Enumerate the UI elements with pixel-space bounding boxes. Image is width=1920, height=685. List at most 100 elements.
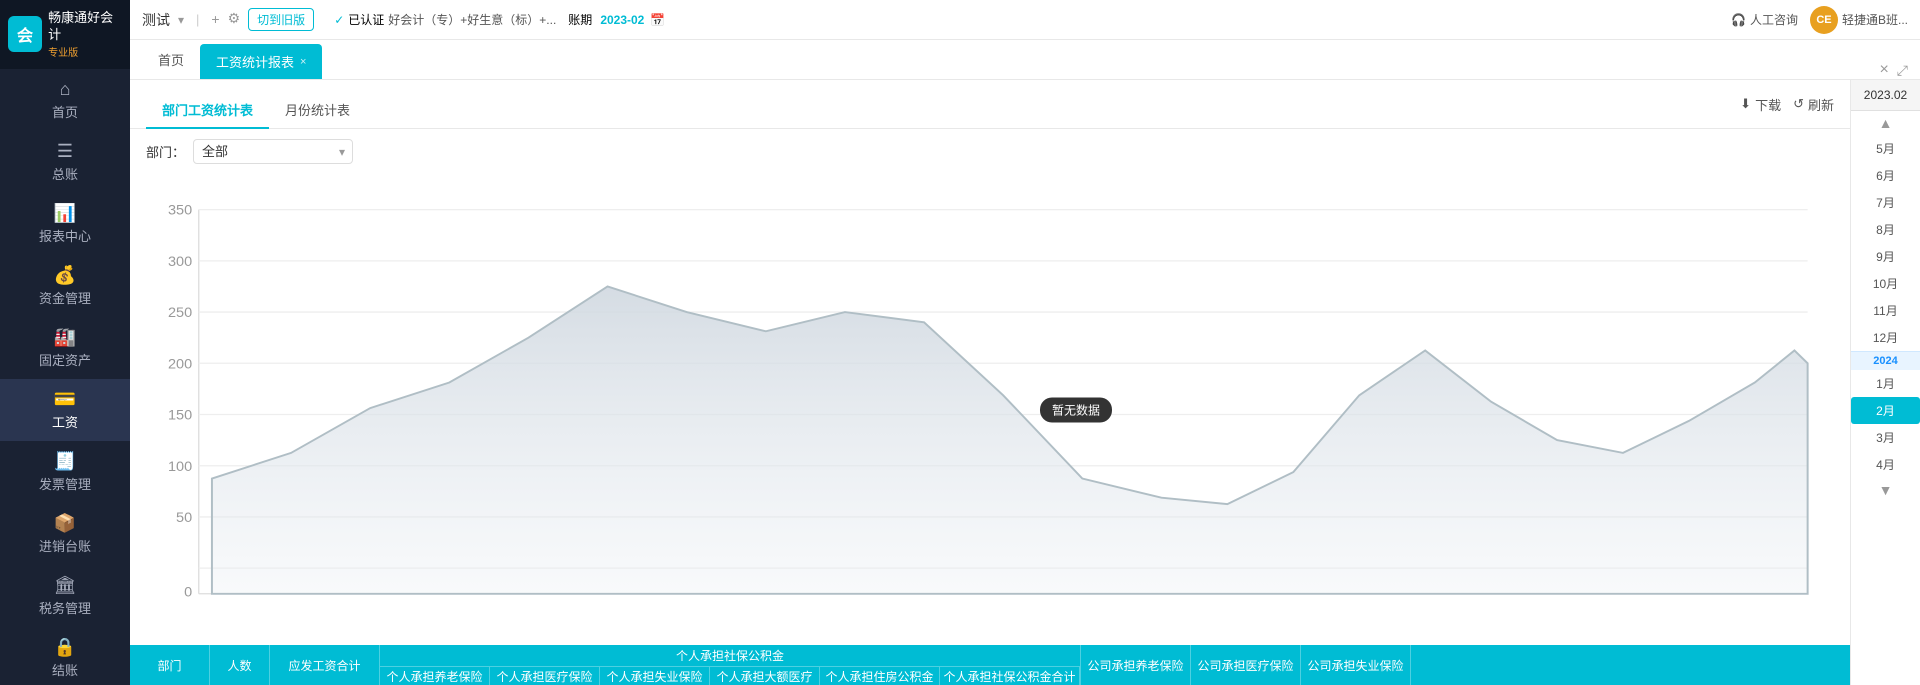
sidebar-nav: ⌂ 首页 ☰ 总账 📊 报表中心 💰 资金管理 🏭 固定资产 💳 工资 🧾 发票… [0, 69, 130, 685]
year-up-btn[interactable]: ▲ [1851, 111, 1920, 135]
group-personal-social: 个人承担社保公积金 个人承担养老保险 个人承担医疗保险 个人承担失业保险 [380, 645, 1081, 685]
sidebar-label-home: 首页 [52, 102, 78, 121]
tab-active-label: 工资统计报表 [216, 52, 294, 71]
switch-old-btn[interactable]: 切到旧版 [248, 8, 314, 31]
bottom-table-header: 部门 人数 应发工资合计 个人承担社保公积金 个人承担养老保险 [130, 645, 1850, 685]
group-children: 个人承担养老保险 个人承担医疗保险 个人承担失业保险 个人承担大额医疗 个人承担 [380, 667, 1080, 685]
month-12[interactable]: 12月 [1851, 324, 1920, 351]
dropdown-arrow-icon[interactable]: ▾ [178, 13, 184, 27]
gear-icon[interactable]: ⚙ [228, 10, 241, 27]
expand-button[interactable]: ⤢ [1897, 62, 1908, 79]
svg-text:150: 150 [168, 408, 192, 424]
month-6[interactable]: 6月 [1851, 162, 1920, 189]
assets-icon: 🏭 [54, 327, 76, 348]
month-2024-2[interactable]: 2月 [1851, 397, 1920, 424]
tab-home-label: 首页 [158, 53, 184, 68]
toolbar: 部门： 全部 ▾ [130, 129, 1850, 174]
sidebar-item-reports[interactable]: 📊 报表中心 [0, 193, 130, 255]
add-icon[interactable]: + [211, 11, 219, 27]
sub-tabs: 部门工资统计表 月份统计表 [130, 80, 1740, 128]
month-10[interactable]: 10月 [1851, 270, 1920, 297]
logo-title: 畅康通好会计 [48, 10, 122, 44]
month-7[interactable]: 7月 [1851, 189, 1920, 216]
tab-monthly-salary[interactable]: 月份统计表 [269, 92, 366, 129]
invoice-icon: 🧾 [54, 451, 76, 472]
sidebar-item-sales[interactable]: 📦 进销台账 [0, 503, 130, 565]
sidebar-item-invoice[interactable]: 🧾 发票管理 [0, 441, 130, 503]
sidebar-item-assets[interactable]: 🏭 固定资产 [0, 317, 130, 379]
year-nav: ▲ 5月 6月 7月 8月 9月 10月 [1851, 111, 1920, 502]
tab-bar: 首页 工资统计报表 × × ⤢ [130, 40, 1920, 80]
top-bar-right: 🎧 人工咨询 CE 轻捷通B班... [1731, 6, 1908, 34]
window-controls: × ⤢ [1871, 61, 1920, 79]
month-11[interactable]: 11月 [1851, 297, 1920, 324]
col-extra-medical: 个人承担大额医疗 [710, 667, 820, 685]
col-co-pension: 公司承担养老保险 [1081, 645, 1191, 685]
year-down-btn[interactable]: ▼ [1851, 478, 1920, 502]
svg-text:200: 200 [168, 357, 192, 373]
sidebar-item-ledger[interactable]: ☰ 总账 [0, 131, 130, 193]
user-name: 轻捷通B班... [1842, 11, 1908, 28]
sidebar-label-tax: 税务管理 [39, 598, 91, 617]
download-btn[interactable]: ⬇ 下载 [1740, 95, 1781, 114]
month-2024-4[interactable]: 4月 [1851, 451, 1920, 478]
dept-select[interactable]: 全部 [193, 139, 353, 164]
tab-home[interactable]: 首页 [142, 42, 200, 79]
service-btn[interactable]: 🎧 人工咨询 [1731, 11, 1798, 28]
top-bar: 测试 ▾ | + ⚙ 切到旧版 ✓ 已认证 好会计（专）+好生意（标）+... … [130, 0, 1920, 40]
tab-salary-report[interactable]: 工资统计报表 × [200, 44, 322, 79]
sidebar-item-salary[interactable]: 💳 工资 [0, 379, 130, 441]
col-count: 人数 [210, 645, 270, 685]
month-9[interactable]: 9月 [1851, 243, 1920, 270]
year-header: 2023.02 [1851, 80, 1920, 111]
sidebar-label-salary: 工资 [52, 412, 78, 431]
main-content: 测试 ▾ | + ⚙ 切到旧版 ✓ 已认证 好会计（专）+好生意（标）+... … [130, 0, 1920, 685]
month-8[interactable]: 8月 [1851, 216, 1920, 243]
tags-text: 好会计（专）+好生意（标）+... [388, 11, 556, 28]
status-text: 已认证 [348, 11, 384, 28]
tab-dept-salary[interactable]: 部门工资统计表 [146, 92, 269, 129]
col-dept: 部门 [130, 645, 210, 685]
sidebar-label-closing: 结账 [52, 660, 78, 679]
year-month-panel: 2023.02 ▲ 5月 6月 7月 8月 9月 1 [1850, 80, 1920, 685]
group-label: 个人承担社保公积金 [380, 645, 1080, 667]
sales-icon: 📦 [54, 513, 76, 534]
refresh-label: 刷新 [1808, 95, 1834, 114]
logo-subtitle: 专业版 [48, 44, 122, 59]
salary-icon: 💳 [54, 389, 76, 410]
period-value: 2023-02 [600, 13, 644, 27]
sidebar-item-closing[interactable]: 🔒 结账 [0, 627, 130, 685]
home-icon: ⌂ [60, 79, 71, 100]
tab-close-icon[interactable]: × [300, 56, 306, 68]
svg-text:250: 250 [168, 305, 192, 321]
col-housing: 个人承担住房公积金 [820, 667, 940, 685]
svg-text:50: 50 [176, 510, 192, 526]
sub-tab-bar: 部门工资统计表 月份统计表 ⬇ 下载 ↺ 刷新 [130, 80, 1850, 129]
svg-text:300: 300 [168, 254, 192, 270]
col-total-social: 个人承担社保公积金合计 [940, 667, 1080, 685]
close-button[interactable]: × [1879, 61, 1888, 79]
download-label: 下载 [1755, 95, 1781, 114]
ledger-icon: ☰ [57, 141, 73, 162]
sidebar-item-tax[interactable]: 🏛 税务管理 [0, 565, 130, 627]
user-area[interactable]: CE 轻捷通B班... [1810, 6, 1908, 34]
svg-text:350: 350 [168, 203, 192, 219]
service-label: 人工咨询 [1750, 11, 1798, 28]
salary-chart: 350 300 250 200 150 100 50 0 [146, 184, 1834, 645]
calendar-icon[interactable]: 📅 [650, 13, 665, 27]
avatar: CE [1810, 6, 1838, 34]
refresh-btn[interactable]: ↺ 刷新 [1793, 95, 1834, 114]
month-5[interactable]: 5月 [1851, 135, 1920, 162]
sidebar-label-reports: 报表中心 [39, 226, 91, 245]
check-icon: ✓ [334, 13, 344, 27]
sidebar-label-assets: 固定资产 [39, 350, 91, 369]
sidebar-item-home[interactable]: ⌂ 首页 [0, 69, 130, 131]
month-2024-1[interactable]: 1月 [1851, 370, 1920, 397]
month-2024-3[interactable]: 3月 [1851, 424, 1920, 451]
col-co-unemploy: 公司承担失业保险 [1301, 645, 1411, 685]
sidebar-item-funds[interactable]: 💰 资金管理 [0, 255, 130, 317]
logo[interactable]: 会 畅康通好会计 专业版 [0, 0, 130, 69]
logo-icon: 会 [8, 16, 42, 52]
sidebar-label-ledger: 总账 [52, 164, 78, 183]
headset-icon: 🎧 [1731, 13, 1746, 27]
